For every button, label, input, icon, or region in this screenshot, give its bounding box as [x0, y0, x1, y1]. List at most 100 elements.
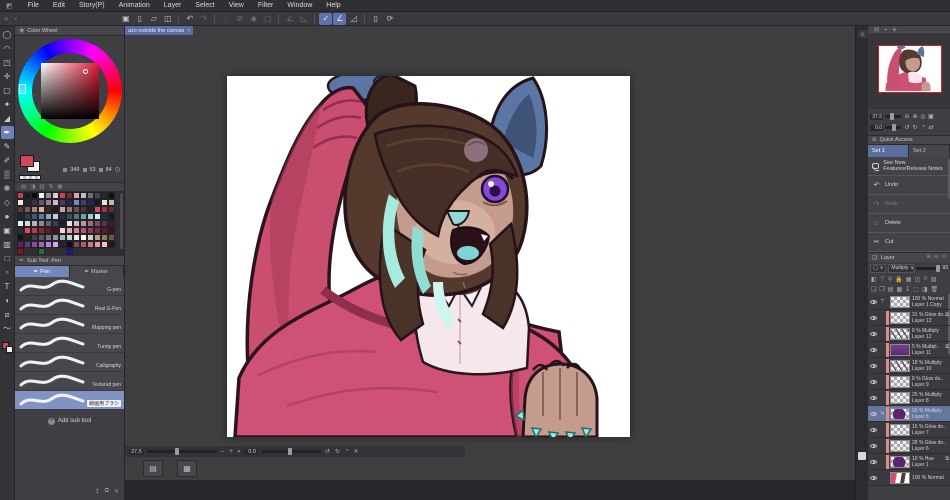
- workspace-button[interactable]: ▤: [143, 460, 163, 477]
- navigator-zoom-icon[interactable]: ◎: [919, 113, 927, 120]
- navigator-zoom-value[interactable]: 37.5: [870, 114, 883, 120]
- ruler-icon[interactable]: ◿: [347, 13, 360, 25]
- color-swatch[interactable]: [108, 192, 115, 199]
- color-swatch[interactable]: [101, 227, 108, 234]
- menu-layer[interactable]: Layer: [157, 2, 189, 9]
- brush-item[interactable]: 線画用ブラシ: [15, 391, 124, 410]
- layer-opacity-value[interactable]: 93: [942, 265, 948, 271]
- color-swatch[interactable]: [80, 213, 87, 220]
- canvas-rotate-icon[interactable]: ↻: [334, 448, 341, 455]
- lasso-tool[interactable]: ◠: [1, 42, 14, 55]
- layer-thumbnail[interactable]: [890, 392, 910, 404]
- canvas-rotate-icon[interactable]: ↺: [324, 448, 331, 455]
- color-swatch[interactable]: [31, 248, 38, 255]
- clear-selection-icon[interactable]: ⊘: [233, 13, 246, 25]
- canvas-rotate-icon[interactable]: ✕: [353, 448, 360, 455]
- color-swatch[interactable]: [52, 234, 59, 241]
- eye-visibility-icon[interactable]: [870, 332, 877, 336]
- layer-tool-icon[interactable]: 🗑: [931, 286, 939, 293]
- color-swatch[interactable]: [94, 213, 101, 220]
- undo-icon[interactable]: ↶: [183, 13, 196, 25]
- menu-edit[interactable]: Edit: [46, 2, 72, 9]
- navigator-rotate-icon[interactable]: ⇄: [927, 124, 935, 131]
- menu-animation[interactable]: Animation: [112, 2, 157, 9]
- color-swatch[interactable]: [101, 192, 108, 199]
- color-swatch[interactable]: [59, 213, 66, 220]
- color-swatch[interactable]: [24, 220, 31, 227]
- color-swatch[interactable]: [24, 234, 31, 241]
- layer-tool-icon[interactable]: ◫: [914, 276, 920, 283]
- color-swatch[interactable]: [45, 220, 52, 227]
- color-swatch[interactable]: [59, 206, 66, 213]
- quick-access-item-see[interactable]: See New Features/Release Notes: [868, 157, 950, 176]
- layer-row[interactable]: ✎93 % MultiplyLayer 5: [868, 406, 950, 422]
- document-tab[interactable]: azo outside the canvas ×: [125, 26, 193, 35]
- color-swatch[interactable]: [87, 227, 94, 234]
- layer-row[interactable]: 8 % MultiplyLayer 12: [868, 326, 950, 342]
- auto-select-tool[interactable]: ✦: [1, 98, 14, 111]
- color-swatch[interactable]: [66, 227, 73, 234]
- layer-tool-icon[interactable]: ↧: [905, 286, 910, 293]
- color-swatch[interactable]: [87, 213, 94, 220]
- color-swatch[interactable]: [45, 199, 52, 206]
- color-swatch[interactable]: [17, 241, 24, 248]
- color-swatch[interactable]: [108, 206, 115, 213]
- color-swatch[interactable]: [24, 241, 31, 248]
- color-swatch[interactable]: [101, 206, 108, 213]
- collapse-chevrons-icon[interactable]: « ‹: [0, 14, 23, 23]
- color-set-tool-icon[interactable]: ⇅: [49, 184, 54, 190]
- color-swatch[interactable]: [24, 192, 31, 199]
- color-swatch[interactable]: [73, 241, 80, 248]
- color-swatch[interactable]: [45, 241, 52, 248]
- color-swatch[interactable]: [31, 241, 38, 248]
- color-swatch[interactable]: [52, 248, 59, 255]
- color-swatch[interactable]: [73, 199, 80, 206]
- color-swatch[interactable]: [94, 192, 101, 199]
- save-file-icon[interactable]: ◫: [161, 13, 174, 25]
- color-set-tool-icon[interactable]: ◨: [30, 184, 35, 190]
- color-swatch[interactable]: [73, 220, 80, 227]
- menu-storyp[interactable]: Story(P): [72, 2, 112, 9]
- navigator-zoom-icon[interactable]: ⊕: [911, 113, 919, 120]
- navigator-zoom-slider[interactable]: [885, 115, 901, 118]
- color-set-tool-icon[interactable]: ▥: [39, 184, 44, 190]
- layer-row[interactable]: 10 % HueLayer 1⧉: [868, 454, 950, 470]
- color-swatch[interactable]: [31, 220, 38, 227]
- color-swatch[interactable]: [101, 220, 108, 227]
- close-icon[interactable]: ×: [187, 28, 190, 34]
- color-swatch[interactable]: [59, 241, 66, 248]
- color-swatch[interactable]: [108, 241, 115, 248]
- canvas-zoom-value[interactable]: 37.5: [129, 449, 144, 455]
- navigator-thumbnail[interactable]: [878, 45, 942, 93]
- hue-cursor[interactable]: [19, 84, 26, 94]
- chevron-down-icon[interactable]: ∨: [858, 30, 867, 38]
- eye-visibility-icon[interactable]: [870, 348, 877, 352]
- color-swatch[interactable]: [17, 199, 24, 206]
- gradient-tool[interactable]: ▥: [1, 238, 14, 251]
- palette-scrollbar[interactable]: [120, 193, 123, 249]
- color-swatch[interactable]: [80, 241, 87, 248]
- color-swatch[interactable]: [45, 206, 52, 213]
- sub-tool-header[interactable]: ✒ Sub Tool: Pen: [15, 256, 124, 266]
- color-swatch[interactable]: [73, 192, 80, 199]
- pen-tool[interactable]: ✒: [1, 126, 14, 139]
- snap-to-special-ruler-icon[interactable]: ◺: [297, 13, 310, 25]
- deselect-icon[interactable]: ◌: [219, 13, 232, 25]
- saturation-value-square[interactable]: [41, 63, 99, 119]
- transparent-color-chip[interactable]: [19, 175, 41, 180]
- quick-access-tab-set2[interactable]: Set 2: [909, 145, 950, 157]
- color-swatch[interactable]: [24, 248, 31, 255]
- navigator-zoom-icon[interactable]: ▣: [927, 113, 935, 120]
- layer-row[interactable]: 31 % Glow do..Layer 13⧉: [868, 310, 950, 326]
- color-swatch[interactable]: [108, 234, 115, 241]
- pencil-tool[interactable]: ✎: [1, 140, 14, 153]
- color-swatch[interactable]: [31, 234, 38, 241]
- color-swatch[interactable]: [52, 192, 59, 199]
- sub-tool-footer-icon[interactable]: ✕: [114, 488, 119, 498]
- eye-visibility-icon[interactable]: [870, 412, 877, 416]
- color-swatch[interactable]: [66, 199, 73, 206]
- canvas[interactable]: [227, 76, 630, 437]
- strip-background-swatch[interactable]: [6, 346, 13, 353]
- color-swatch[interactable]: [80, 206, 87, 213]
- snap-angle-icon[interactable]: ∠: [333, 13, 346, 25]
